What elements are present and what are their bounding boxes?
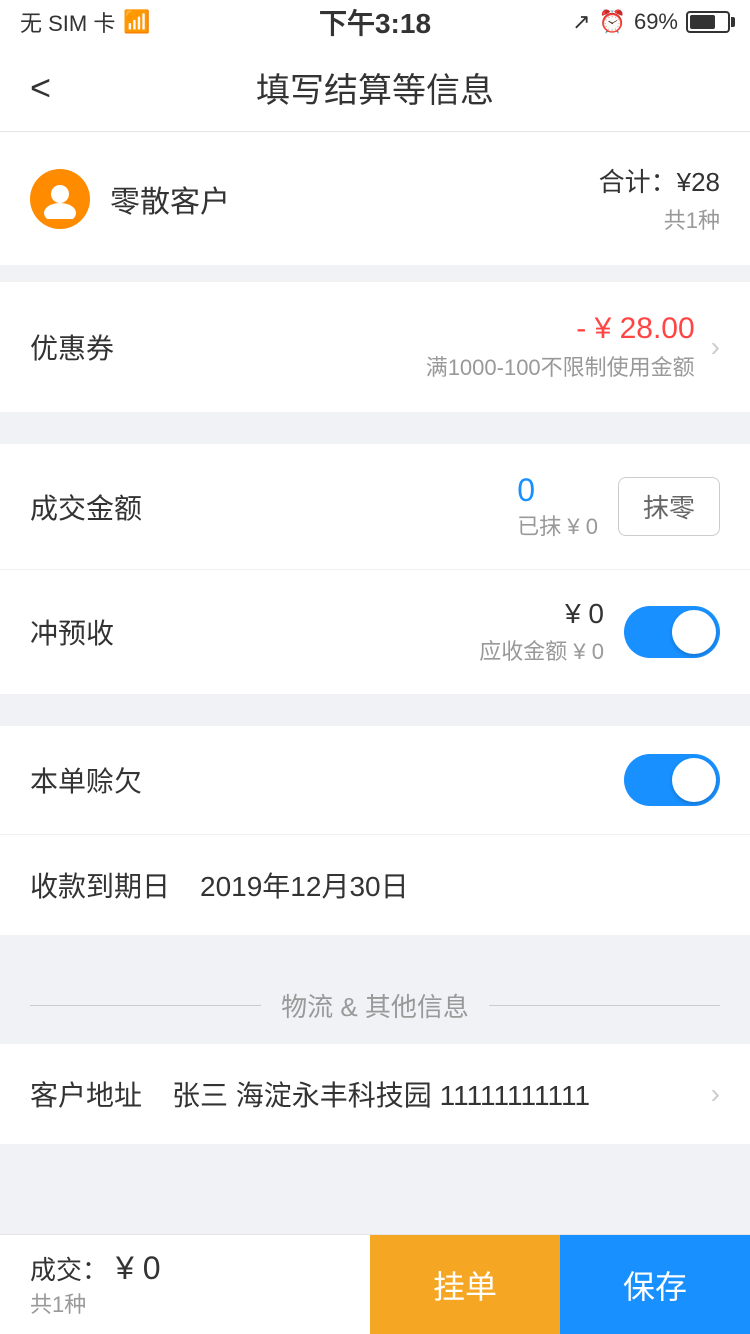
hang-button[interactable]: 挂单 (370, 1235, 560, 1334)
coupon-right: - ¥ 28.00 满1000-100不限制使用金额 › (426, 312, 720, 382)
logistics-title: 物流 & 其他信息 (281, 987, 469, 1024)
prepayment-amount-info: ¥ 0 应收金额 ¥ 0 (479, 598, 604, 666)
coupon-section: 优惠券 - ¥ 28.00 满1000-100不限制使用金额 › (0, 281, 750, 412)
coupon-info: - ¥ 28.00 满1000-100不限制使用金额 (426, 312, 695, 382)
prepayment-right: ¥ 0 应收金额 ¥ 0 (479, 598, 720, 666)
credit-toggle[interactable] (624, 754, 720, 806)
deal-amount-value: 0 (517, 472, 598, 509)
coupon-label: 优惠券 (30, 327, 114, 367)
content: 零散客户 合计：¥28 共1种 优惠券 - ¥ 28.00 满1000-100不… (0, 132, 750, 1280)
customer-name: 零散客户 (110, 177, 230, 221)
avatar (30, 169, 90, 229)
prepayment-row: 冲预收 ¥ 0 应收金额 ¥ 0 (0, 569, 750, 694)
status-bar: 无 SIM 卡 📶 下午3:18 ↗ ⏰ 69% (0, 0, 750, 44)
total-amount: 合计：¥28 (599, 162, 720, 199)
battery-percent: 69% (634, 9, 678, 35)
save-button[interactable]: 保存 (560, 1235, 750, 1334)
bottom-count: 共1种 (30, 1287, 340, 1319)
section-divider-2 (0, 710, 750, 726)
alarm-icon: ⏰ (599, 9, 626, 35)
customer-section: 零散客户 合计：¥28 共1种 (0, 132, 750, 265)
credit-row: 本单赊欠 (0, 726, 750, 834)
logistics-header: 物流 & 其他信息 (0, 967, 750, 1044)
back-button[interactable]: < (30, 67, 51, 109)
bottom-bar: 成交： ¥ 0 共1种 挂单 保存 (0, 1234, 750, 1334)
round-button[interactable]: 抹零 (618, 477, 720, 536)
bottom-info: 成交： ¥ 0 共1种 (0, 1235, 370, 1334)
address-chevron-icon: › (711, 1078, 720, 1110)
address-value: 张三 海淀永丰科技园 11111111111 (172, 1074, 711, 1114)
prepayment-amount: ¥ 0 (479, 598, 604, 630)
section-divider-3 (0, 951, 750, 967)
bottom-deal: 成交： ¥ 0 (30, 1250, 340, 1287)
nav-bar: < 填写结算等信息 (0, 44, 750, 132)
coupon-description: 满1000-100不限制使用金额 (426, 350, 695, 382)
deal-amount-row: 成交金额 0 已抹 ¥ 0 抹零 (0, 444, 750, 569)
due-date-value: 2019年12月30日 (200, 865, 409, 905)
customer-left: 零散客户 (30, 169, 230, 229)
location-icon: ↗ (572, 9, 590, 35)
coupon-row[interactable]: 优惠券 - ¥ 28.00 满1000-100不限制使用金额 › (0, 281, 750, 412)
chevron-right-icon: › (711, 331, 720, 363)
logistics-line-right (489, 1005, 720, 1006)
status-right: ↗ ⏰ 69% (572, 9, 730, 35)
address-section: 客户地址 张三 海淀永丰科技园 11111111111 › (0, 1044, 750, 1144)
address-label: 客户地址 (30, 1074, 142, 1114)
deal-amount-section: 成交金额 0 已抹 ¥ 0 抹零 冲预收 ¥ 0 应收金额 ¥ 0 (0, 444, 750, 694)
status-left: 无 SIM 卡 📶 (20, 6, 151, 38)
address-row[interactable]: 客户地址 张三 海淀永丰科技园 11111111111 › (0, 1044, 750, 1144)
deal-rounding-info: 已抹 ¥ 0 (517, 509, 598, 541)
credit-toggle-knob (672, 758, 716, 802)
customer-total: 合计：¥28 共1种 (599, 162, 720, 235)
battery-icon (686, 11, 730, 33)
logistics-line-left (30, 1005, 261, 1006)
due-date-label: 收款到期日 (30, 865, 170, 905)
prepayment-label: 冲预收 (30, 612, 114, 652)
section-divider-1 (0, 428, 750, 444)
prepayment-receivable: 应收金额 ¥ 0 (479, 634, 604, 666)
deal-amount-info: 0 已抹 ¥ 0 (517, 472, 598, 541)
page-title: 填写结算等信息 (256, 63, 494, 112)
coupon-amount: - ¥ 28.00 (426, 312, 695, 346)
due-date-row: 收款到期日 2019年12月30日 (0, 834, 750, 935)
customer-row[interactable]: 零散客户 合计：¥28 共1种 (0, 132, 750, 265)
total-count: 共1种 (599, 203, 720, 235)
bottom-deal-amount: ¥ 0 (116, 1250, 160, 1287)
credit-label: 本单赊欠 (30, 760, 142, 800)
status-time: 下午3:18 (319, 2, 431, 42)
deal-amount-right: 0 已抹 ¥ 0 抹零 (517, 472, 720, 541)
credit-section: 本单赊欠 收款到期日 2019年12月30日 (0, 726, 750, 935)
prepayment-toggle[interactable] (624, 606, 720, 658)
deal-amount-label: 成交金额 (30, 487, 142, 527)
carrier-label: 无 SIM 卡 (20, 6, 115, 38)
bottom-deal-label: 成交： (30, 1250, 108, 1287)
toggle-knob (672, 610, 716, 654)
wifi-icon: 📶 (123, 9, 150, 35)
